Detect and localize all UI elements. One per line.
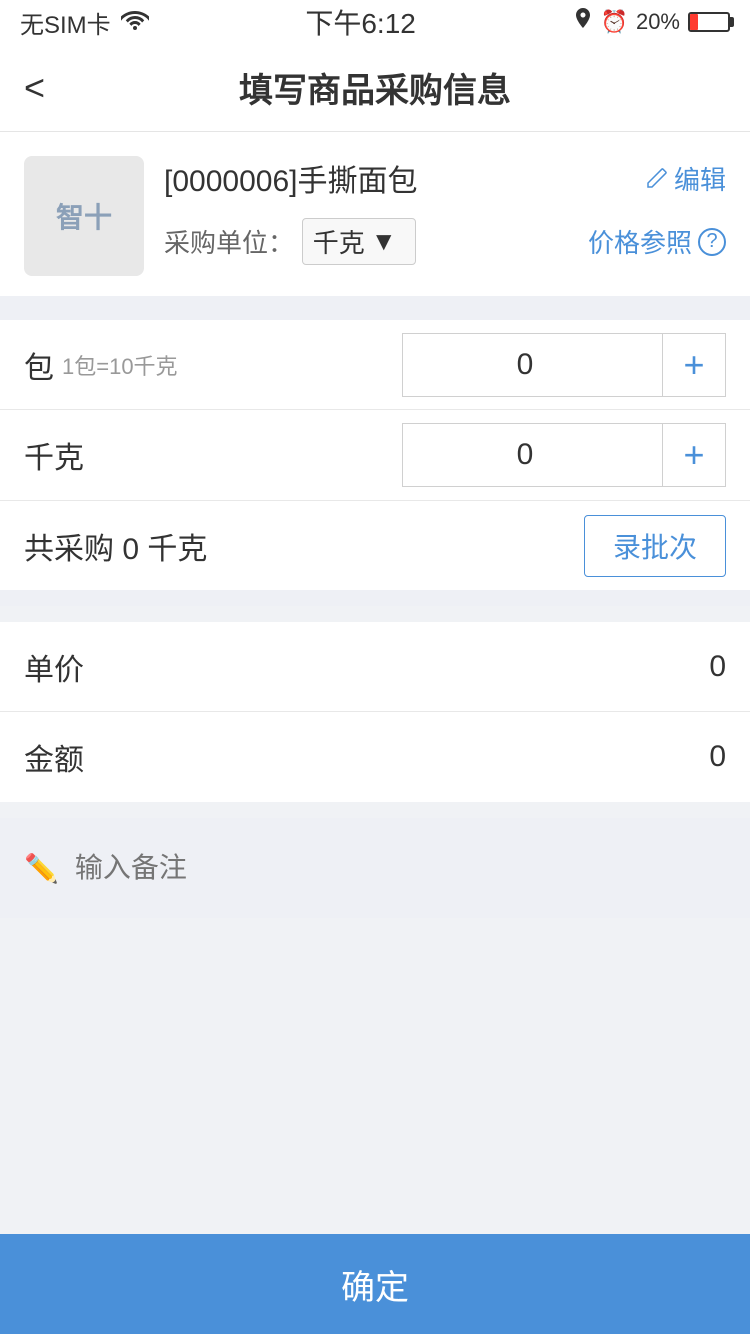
product-info: [0000006]手撕面包 编辑 采购单位： 千克 ▼ 价格参照 ? bbox=[164, 156, 726, 265]
summary-text: 共采购 0 千克 bbox=[24, 524, 207, 568]
bottom-spacer bbox=[0, 918, 750, 1038]
back-button[interactable]: < bbox=[24, 67, 45, 109]
unit-price-row: 单价 0 bbox=[0, 622, 750, 712]
unit-select[interactable]: 千克 ▼ bbox=[302, 218, 416, 265]
status-time: 下午6:12 bbox=[305, 2, 416, 42]
kg-input-row: 千克 + bbox=[0, 410, 750, 500]
amount-label: 金额 bbox=[24, 735, 84, 779]
notes-input[interactable] bbox=[75, 852, 726, 884]
wifi-icon bbox=[121, 8, 149, 37]
unit-row-left: 采购单位： 千克 ▼ bbox=[164, 218, 416, 265]
edit-button[interactable]: 编辑 bbox=[646, 160, 726, 197]
dropdown-icon: ▼ bbox=[371, 226, 397, 257]
kg-label: 千克 bbox=[24, 433, 84, 477]
price-ref-button[interactable]: 价格参照 ? bbox=[588, 223, 726, 260]
unit-label: 采购单位： bbox=[164, 228, 294, 258]
amount-value: 0 bbox=[709, 740, 726, 774]
product-unit-row: 采购单位： 千克 ▼ 价格参照 ? bbox=[164, 218, 726, 265]
product-name-row: [0000006]手撕面包 编辑 bbox=[164, 156, 726, 200]
amount-row: 金额 0 bbox=[0, 712, 750, 802]
record-batch-button[interactable]: 录批次 bbox=[584, 515, 726, 577]
bao-input-row: 包 1包=10千克 + bbox=[0, 320, 750, 410]
status-left: 无SIM卡 bbox=[20, 5, 149, 40]
section-divider-1 bbox=[0, 304, 750, 320]
bao-sublabel: 1包=10千克 bbox=[62, 349, 178, 381]
bao-label: 包 bbox=[24, 343, 54, 387]
page-title: 填写商品采购信息 bbox=[239, 63, 511, 112]
confirm-button[interactable]: 确定 bbox=[0, 1234, 750, 1334]
location-icon bbox=[573, 8, 593, 36]
bao-plus-button[interactable]: + bbox=[662, 333, 726, 397]
section-divider-2 bbox=[0, 590, 750, 606]
nav-bar: < 填写商品采购信息 bbox=[0, 44, 750, 132]
bao-input[interactable] bbox=[402, 333, 662, 397]
product-card: 智十 [0000006]手撕面包 编辑 采购单位： 千克 ▼ 价格参照 ? bbox=[0, 132, 750, 304]
product-logo: 智十 bbox=[56, 196, 112, 236]
battery-icon bbox=[688, 12, 730, 32]
unit-price-label: 单价 bbox=[24, 645, 84, 689]
price-section: 单价 0 金额 0 bbox=[0, 622, 750, 802]
unit-price-value: 0 bbox=[709, 650, 726, 684]
status-bar: 无SIM卡 下午6:12 ⏰ 20% bbox=[0, 0, 750, 44]
kg-input[interactable] bbox=[402, 423, 662, 487]
quantity-section: 包 1包=10千克 + 千克 + bbox=[0, 320, 750, 500]
product-name: [0000006]手撕面包 bbox=[164, 156, 417, 200]
status-right: ⏰ 20% bbox=[573, 8, 730, 36]
product-image: 智十 bbox=[24, 156, 144, 276]
pencil-icon: ✏️ bbox=[24, 852, 59, 885]
kg-plus-button[interactable]: + bbox=[662, 423, 726, 487]
notes-section: ✏️ bbox=[0, 818, 750, 918]
summary-section: 共采购 0 千克 录批次 bbox=[0, 500, 750, 590]
battery-text: 20% bbox=[636, 9, 680, 35]
kg-field-wrap: + bbox=[84, 423, 726, 487]
bao-field-wrap: + bbox=[178, 333, 726, 397]
help-icon: ? bbox=[698, 228, 726, 256]
carrier-label: 无SIM卡 bbox=[20, 5, 111, 40]
alarm-icon: ⏰ bbox=[601, 9, 628, 35]
